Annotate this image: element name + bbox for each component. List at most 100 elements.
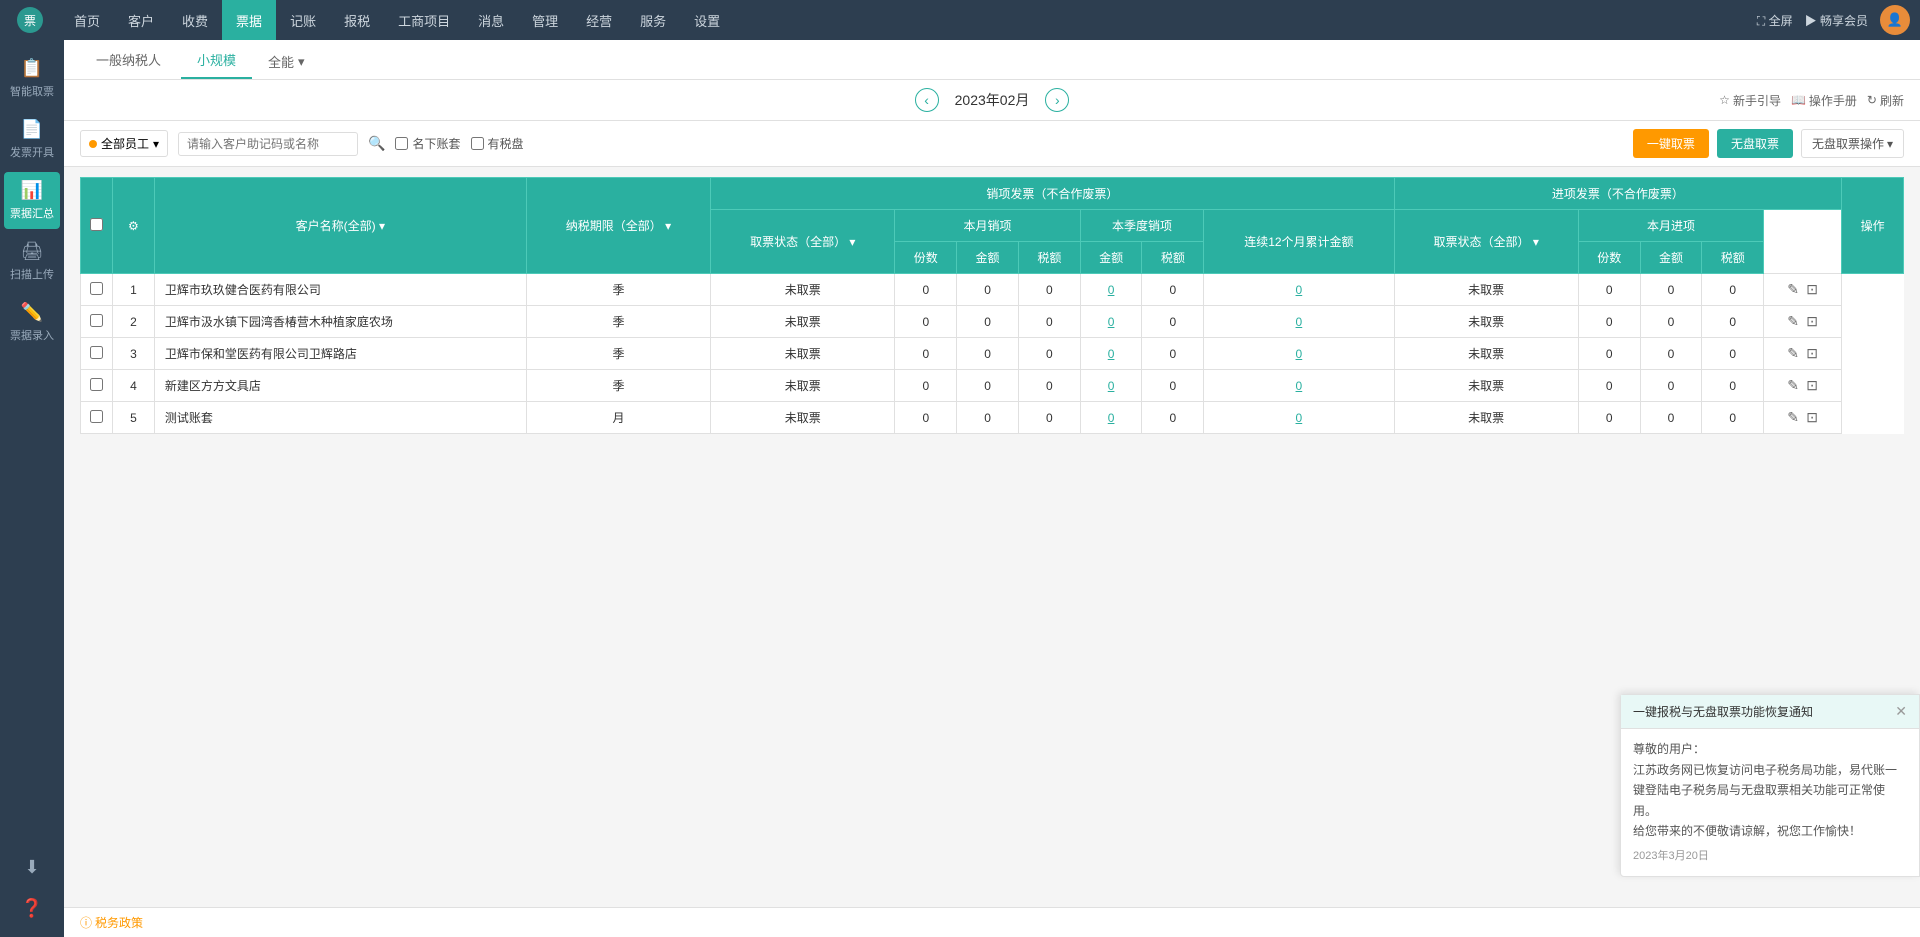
ops-dropdown-icon: ▾ xyxy=(1887,137,1893,151)
col-client-header: 客户名称(全部) ▾ xyxy=(154,178,526,274)
row-sm-count-4: 0 xyxy=(895,402,957,434)
user-avatar[interactable]: 👤 xyxy=(1880,5,1910,35)
table-row: 1 卫辉市玖玖健合医药有限公司 季 未取票 0 0 0 0 0 0 未取票 0 … xyxy=(81,274,1904,306)
sidebar-item-issue-invoice[interactable]: 📄 发票开具 xyxy=(4,111,60,168)
refresh-btn[interactable]: ↻ 刷新 xyxy=(1867,92,1904,109)
row-checkbox-0[interactable] xyxy=(90,282,103,295)
nav-operation[interactable]: 经营 xyxy=(572,0,626,40)
period-next-btn[interactable]: › xyxy=(1045,88,1069,112)
sidebar-item-smart-ticket[interactable]: 📋 智能取票 xyxy=(4,50,60,107)
sidebar-label-scan-upload: 扫描上传 xyxy=(10,266,54,282)
row-sq-amount-1: 0 xyxy=(1080,306,1142,338)
edit-icon-4[interactable]: ✎ xyxy=(1787,409,1799,425)
row-actions-2: ✎ ⊡ xyxy=(1764,338,1842,370)
sidebar-item-invoice-summary[interactable]: 📊 票据汇总 xyxy=(4,172,60,229)
row-checkbox-4[interactable] xyxy=(90,410,103,423)
detail-icon-2[interactable]: ⊡ xyxy=(1806,345,1818,361)
row-checkbox-2[interactable] xyxy=(90,346,103,359)
period-bar: ‹ 2023年02月 › ☆ 新手引导 📖 操作手册 ↻ 刷新 xyxy=(64,80,1920,121)
sidebar-item-scan-upload[interactable]: 🖨 扫描上传 xyxy=(4,233,60,290)
row-pm-amount-3: 0 xyxy=(1640,370,1702,402)
tab-full[interactable]: 全能 ▾ xyxy=(256,44,317,79)
edit-icon-3[interactable]: ✎ xyxy=(1787,377,1799,393)
row-sales-status-2: 未取票 xyxy=(711,338,895,370)
row-client-2: 卫辉市保和堂医药有限公司卫辉路店 xyxy=(154,338,526,370)
sidebar-item-invoice-entry[interactable]: ✏️ 票据录入 xyxy=(4,294,60,351)
row-pm-tax-2: 0 xyxy=(1702,338,1764,370)
sidebar-item-help[interactable]: ❓ xyxy=(4,890,60,927)
no-disk-ops-btn[interactable]: 无盘取票操作 ▾ xyxy=(1801,129,1904,158)
row-actions-4: ✎ ⊡ xyxy=(1764,402,1842,434)
notification-date: 2023年3月20日 xyxy=(1633,847,1907,866)
name-account-checkbox[interactable] xyxy=(395,137,408,150)
col-purchase-monthly-header: 本月进项 xyxy=(1578,210,1763,242)
has-taxdisk-checkbox[interactable] xyxy=(471,137,484,150)
row-actions-3: ✎ ⊡ xyxy=(1764,370,1842,402)
notification-line3: 给您带来的不便敬请谅解，祝您工作愉快！ xyxy=(1633,821,1907,841)
tax-policy-link[interactable]: ⓘ 税务政策 xyxy=(80,914,143,931)
sidebar-bottom: ⬇ ❓ xyxy=(4,849,60,937)
detail-icon-1[interactable]: ⊡ xyxy=(1806,313,1818,329)
row-tax-period-4: 月 xyxy=(526,402,710,434)
row-s12m-4: 0 xyxy=(1204,402,1394,434)
nav-fee[interactable]: 收费 xyxy=(168,0,222,40)
row-s12m-2: 0 xyxy=(1204,338,1394,370)
row-pm-count-2: 0 xyxy=(1578,338,1640,370)
row-purchase-status-0: 未取票 xyxy=(1394,274,1578,306)
nav-settings[interactable]: 设置 xyxy=(680,0,734,40)
sidebar-label-invoice-summary: 票据汇总 xyxy=(10,205,54,221)
nav-management[interactable]: 管理 xyxy=(518,0,572,40)
tab-small-scale[interactable]: 小规模 xyxy=(181,42,252,79)
row-pm-tax-4: 0 xyxy=(1702,402,1764,434)
sidebar-label-smart-ticket: 智能取票 xyxy=(10,83,54,99)
detail-icon-3[interactable]: ⊡ xyxy=(1806,377,1818,393)
row-no-0: 1 xyxy=(113,274,155,306)
nav-menu: 首页 客户 收费 票据 记账 报税 工商项目 消息 管理 经营 服务 设置 xyxy=(60,0,1757,40)
nav-client[interactable]: 客户 xyxy=(114,0,168,40)
no-disk-fetch-btn[interactable]: 无盘取票 xyxy=(1717,129,1793,158)
nav-messages[interactable]: 消息 xyxy=(464,0,518,40)
nav-service[interactable]: 服务 xyxy=(626,0,680,40)
col-p-m-count: 份数 xyxy=(1578,242,1640,274)
nav-home[interactable]: 首页 xyxy=(60,0,114,40)
invoice-summary-icon: 📊 xyxy=(21,180,43,201)
toolbar: 全部员工 ▾ 🔍 名下账套 有税盘 一键取票 无盘取票 无盘取票操作 ▾ xyxy=(64,121,1920,167)
client-search-input[interactable] xyxy=(178,132,358,156)
vip-btn[interactable]: ▶ 畅享会员 xyxy=(1805,12,1868,29)
nav-invoice[interactable]: 票据 xyxy=(222,0,276,40)
new-guide-btn[interactable]: ☆ 新手引导 xyxy=(1719,92,1781,109)
row-sm-tax-1: 0 xyxy=(1018,306,1080,338)
edit-icon-0[interactable]: ✎ xyxy=(1787,281,1799,297)
period-prev-btn[interactable]: ‹ xyxy=(915,88,939,112)
name-account-checkbox-label[interactable]: 名下账套 xyxy=(395,135,460,152)
edit-icon-2[interactable]: ✎ xyxy=(1787,345,1799,361)
detail-icon-0[interactable]: ⊡ xyxy=(1806,281,1818,297)
fullscreen-btn[interactable]: ⛶ 全屏 xyxy=(1757,12,1793,29)
row-checkbox-1[interactable] xyxy=(90,314,103,327)
invoice-table: ⚙ 客户名称(全部) ▾ 纳税期限（全部） ▾ 销项发票（不合作废票） 进项发票… xyxy=(80,177,1904,434)
nav-tax[interactable]: 报税 xyxy=(330,0,384,40)
row-purchase-status-1: 未取票 xyxy=(1394,306,1578,338)
nav-business[interactable]: 工商项目 xyxy=(384,0,464,40)
toolbar-right: 一键取票 无盘取票 无盘取票操作 ▾ xyxy=(1633,129,1904,158)
edit-icon-1[interactable]: ✎ xyxy=(1787,313,1799,329)
row-sm-count-3: 0 xyxy=(895,370,957,402)
sidebar-item-download[interactable]: ⬇ xyxy=(4,849,60,886)
app-logo[interactable]: 票 xyxy=(10,0,50,40)
group-sales-header: 销项发票（不合作废票） xyxy=(711,178,1394,210)
row-sm-amount-2: 0 xyxy=(957,338,1019,370)
tab-general-taxpayer[interactable]: 一般纳税人 xyxy=(80,42,177,79)
search-button[interactable]: 🔍 xyxy=(368,135,385,152)
notification-close-btn[interactable]: ✕ xyxy=(1895,703,1907,720)
has-taxdisk-checkbox-label[interactable]: 有税盘 xyxy=(471,135,524,152)
detail-icon-4[interactable]: ⊡ xyxy=(1806,409,1818,425)
row-sq-tax-4: 0 xyxy=(1142,402,1204,434)
nav-bookkeeping[interactable]: 记账 xyxy=(276,0,330,40)
manual-btn[interactable]: 📖 操作手册 xyxy=(1791,92,1857,109)
employee-filter[interactable]: 全部员工 ▾ xyxy=(80,130,168,157)
row-actions-1: ✎ ⊡ xyxy=(1764,306,1842,338)
select-all-checkbox[interactable] xyxy=(90,218,103,231)
one-click-fetch-btn[interactable]: 一键取票 xyxy=(1633,129,1709,158)
left-sidebar: 📋 智能取票 📄 发票开具 📊 票据汇总 🖨 扫描上传 ✏️ 票据录入 ⬇ ❓ xyxy=(0,40,64,937)
row-checkbox-3[interactable] xyxy=(90,378,103,391)
